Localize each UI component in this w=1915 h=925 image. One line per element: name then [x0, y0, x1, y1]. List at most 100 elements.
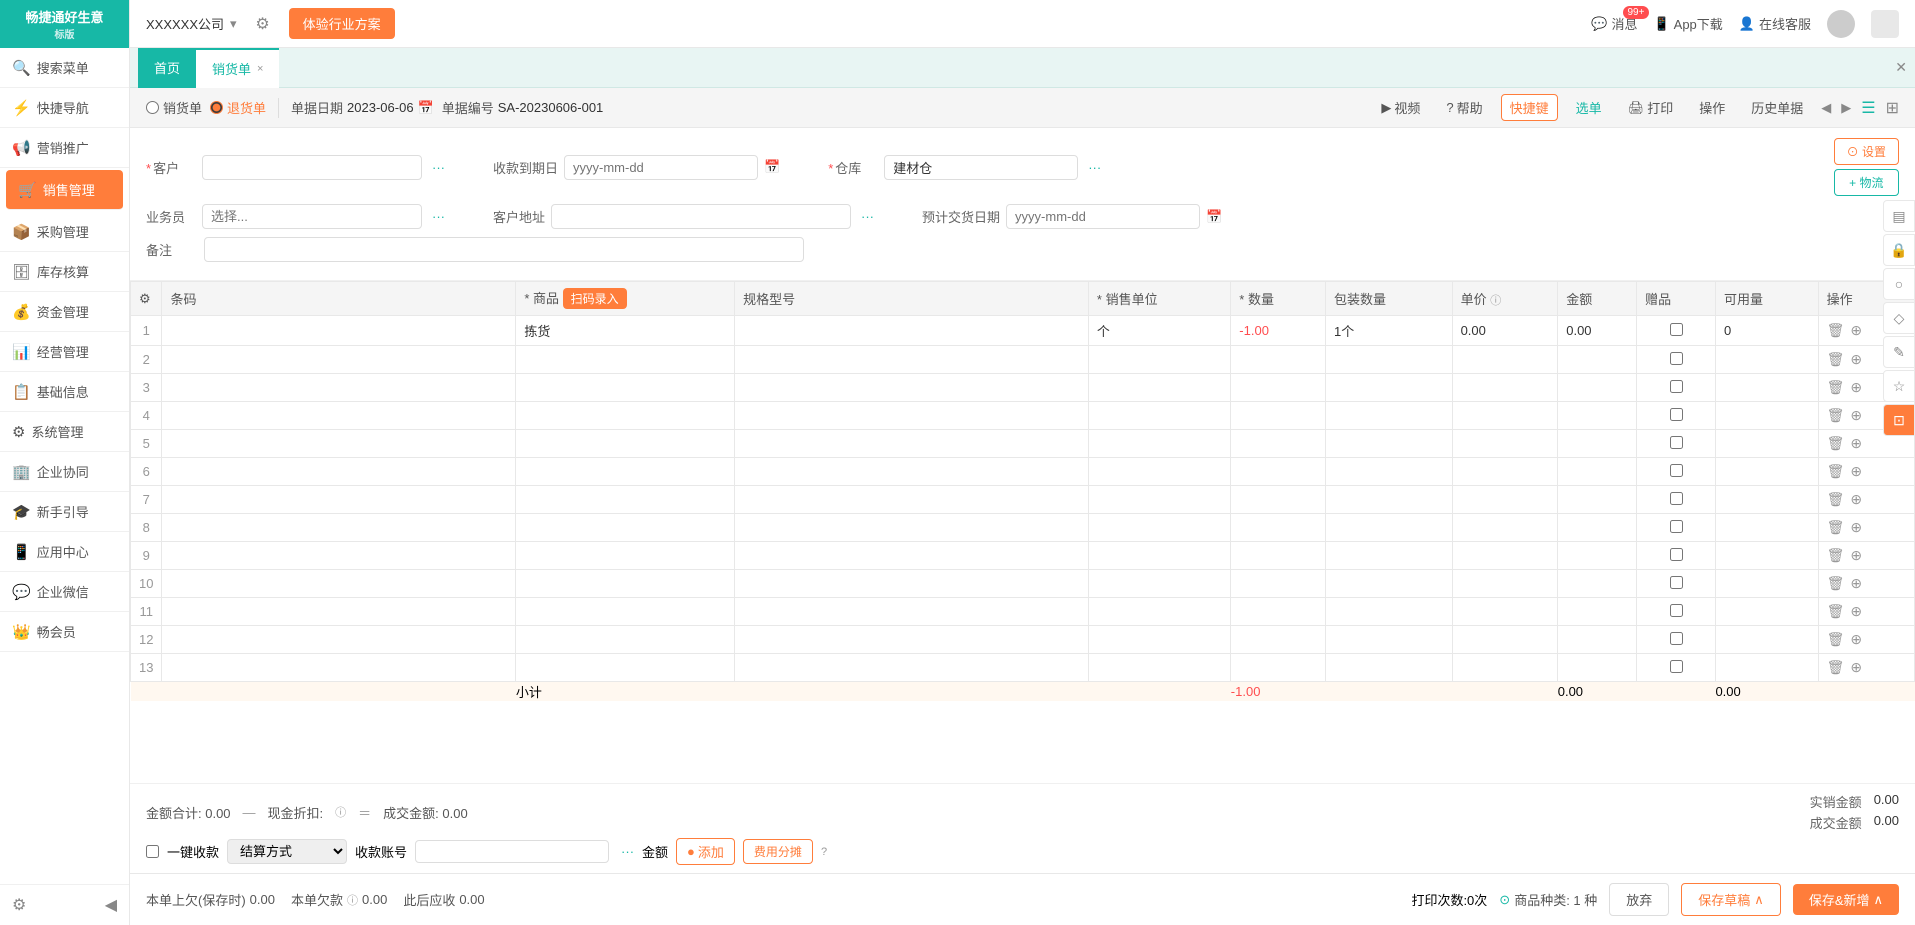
- save-new-btn[interactable]: 保存&新增 ∧: [1793, 884, 1899, 915]
- warehouse-input[interactable]: [884, 155, 1078, 180]
- row-qty[interactable]: [1231, 654, 1326, 682]
- add-payment-btn[interactable]: ● 添加: [676, 838, 735, 865]
- row-spec[interactable]: [735, 542, 1089, 570]
- row-product[interactable]: [516, 598, 735, 626]
- row-unit[interactable]: [1088, 430, 1230, 458]
- row-qty[interactable]: [1231, 346, 1326, 374]
- row-pack-qty[interactable]: [1326, 374, 1453, 402]
- row-price[interactable]: [1452, 598, 1558, 626]
- row-copy-icon[interactable]: ⊕: [1850, 519, 1862, 536]
- account-input[interactable]: [415, 840, 609, 863]
- row-price[interactable]: [1452, 346, 1558, 374]
- row-barcode[interactable]: [162, 402, 516, 430]
- warehouse-dots[interactable]: ···: [1088, 160, 1101, 175]
- tab-home[interactable]: 首页: [138, 48, 196, 88]
- btn-shortcut[interactable]: 快捷键: [1501, 94, 1558, 121]
- address-dots[interactable]: ···: [861, 209, 874, 224]
- row-amount[interactable]: [1558, 542, 1637, 570]
- row-amount[interactable]: [1558, 598, 1637, 626]
- message-badge[interactable]: 💬 消息 99+: [1591, 14, 1637, 33]
- row-spec[interactable]: [735, 374, 1089, 402]
- row-price[interactable]: 0.00: [1452, 316, 1558, 346]
- row-price[interactable]: [1452, 542, 1558, 570]
- delivery-input[interactable]: [1006, 204, 1200, 229]
- row-delete-icon[interactable]: 🗑: [1827, 575, 1845, 592]
- row-unit[interactable]: [1088, 598, 1230, 626]
- tab-sales-order[interactable]: 销货单 ×: [196, 48, 279, 88]
- row-spec[interactable]: [735, 654, 1089, 682]
- row-barcode[interactable]: [162, 458, 516, 486]
- row-spec[interactable]: [735, 598, 1089, 626]
- row-delete-icon[interactable]: 🗑: [1827, 631, 1845, 648]
- row-qty[interactable]: [1231, 430, 1326, 458]
- row-spec[interactable]: [735, 346, 1089, 374]
- row-pack-qty[interactable]: [1326, 458, 1453, 486]
- row-barcode[interactable]: [162, 654, 516, 682]
- row-barcode[interactable]: [162, 430, 516, 458]
- row-product[interactable]: [516, 654, 735, 682]
- row-gift[interactable]: [1637, 374, 1716, 402]
- nav-prev-icon[interactable]: ◀: [1821, 100, 1831, 116]
- row-delete-icon[interactable]: 🗑: [1827, 491, 1845, 508]
- row-unit[interactable]: [1088, 570, 1230, 598]
- row-copy-icon[interactable]: ⊕: [1850, 322, 1862, 339]
- row-spec[interactable]: [735, 514, 1089, 542]
- row-price[interactable]: [1452, 458, 1558, 486]
- row-qty[interactable]: [1231, 514, 1326, 542]
- row-pack-qty[interactable]: [1326, 514, 1453, 542]
- payment-date-input[interactable]: [564, 155, 758, 180]
- row-unit[interactable]: 个: [1088, 316, 1230, 346]
- row-gift[interactable]: [1637, 654, 1716, 682]
- row-unit[interactable]: [1088, 346, 1230, 374]
- service-link[interactable]: 👤 在线客服: [1739, 14, 1811, 33]
- row-product[interactable]: [516, 430, 735, 458]
- sidebar-item-inventory[interactable]: 🗄 库存核算: [0, 252, 129, 292]
- btn-select[interactable]: 选单: [1568, 95, 1610, 120]
- row-qty[interactable]: [1231, 598, 1326, 626]
- row-gift[interactable]: [1637, 514, 1716, 542]
- app-download[interactable]: 📱 App下载: [1653, 14, 1722, 33]
- row-copy-icon[interactable]: ⊕: [1850, 491, 1862, 508]
- topbar-settings-icon[interactable]: ⚙: [249, 10, 277, 38]
- row-pack-qty[interactable]: 1个: [1326, 316, 1453, 346]
- row-barcode[interactable]: [162, 626, 516, 654]
- row-pack-qty[interactable]: [1326, 346, 1453, 374]
- row-spec[interactable]: [735, 458, 1089, 486]
- nav-next-icon[interactable]: ▶: [1841, 100, 1851, 116]
- row-barcode[interactable]: [162, 570, 516, 598]
- sidebar-item-operations[interactable]: 📊 经营管理: [0, 332, 129, 372]
- row-copy-icon[interactable]: ⊕: [1850, 379, 1862, 396]
- save-draft-btn[interactable]: 保存草稿 ∧: [1681, 883, 1781, 916]
- radio-sales-order[interactable]: 销货单: [146, 98, 202, 117]
- row-unit[interactable]: [1088, 626, 1230, 654]
- sidebar-item-search[interactable]: 🔍 搜索菜单: [0, 48, 129, 88]
- row-pack-qty[interactable]: [1326, 626, 1453, 654]
- row-amount[interactable]: [1558, 430, 1637, 458]
- row-copy-icon[interactable]: ⊕: [1850, 351, 1862, 368]
- row-product[interactable]: [516, 514, 735, 542]
- sidebar-item-wechat[interactable]: 💬 企业微信: [0, 572, 129, 612]
- btn-print[interactable]: 🖨 打印: [1620, 95, 1682, 120]
- row-copy-icon[interactable]: ⊕: [1850, 603, 1862, 620]
- delivery-calendar-icon[interactable]: 📅: [1206, 209, 1222, 225]
- row-amount[interactable]: [1558, 626, 1637, 654]
- row-amount[interactable]: [1558, 570, 1637, 598]
- row-delete-icon[interactable]: 🗑: [1827, 407, 1845, 424]
- company-selector[interactable]: XXXXXX公司 ▾: [146, 14, 237, 33]
- row-spec[interactable]: [735, 626, 1089, 654]
- row-amount[interactable]: [1558, 486, 1637, 514]
- row-pack-qty[interactable]: [1326, 542, 1453, 570]
- row-product[interactable]: [516, 486, 735, 514]
- sidebar-settings-icon[interactable]: ⚙: [12, 895, 26, 915]
- sidebar-item-basic-info[interactable]: 📋 基础信息: [0, 372, 129, 412]
- row-copy-icon[interactable]: ⊕: [1850, 407, 1862, 424]
- float-icon-2[interactable]: 🔒: [1883, 234, 1915, 266]
- row-product[interactable]: [516, 458, 735, 486]
- row-product[interactable]: [516, 374, 735, 402]
- salesman-input[interactable]: [202, 204, 422, 229]
- row-gift[interactable]: [1637, 542, 1716, 570]
- row-copy-icon[interactable]: ⊕: [1850, 547, 1862, 564]
- row-price[interactable]: [1452, 514, 1558, 542]
- row-product[interactable]: [516, 542, 735, 570]
- sidebar-item-apps[interactable]: 📱 应用中心: [0, 532, 129, 572]
